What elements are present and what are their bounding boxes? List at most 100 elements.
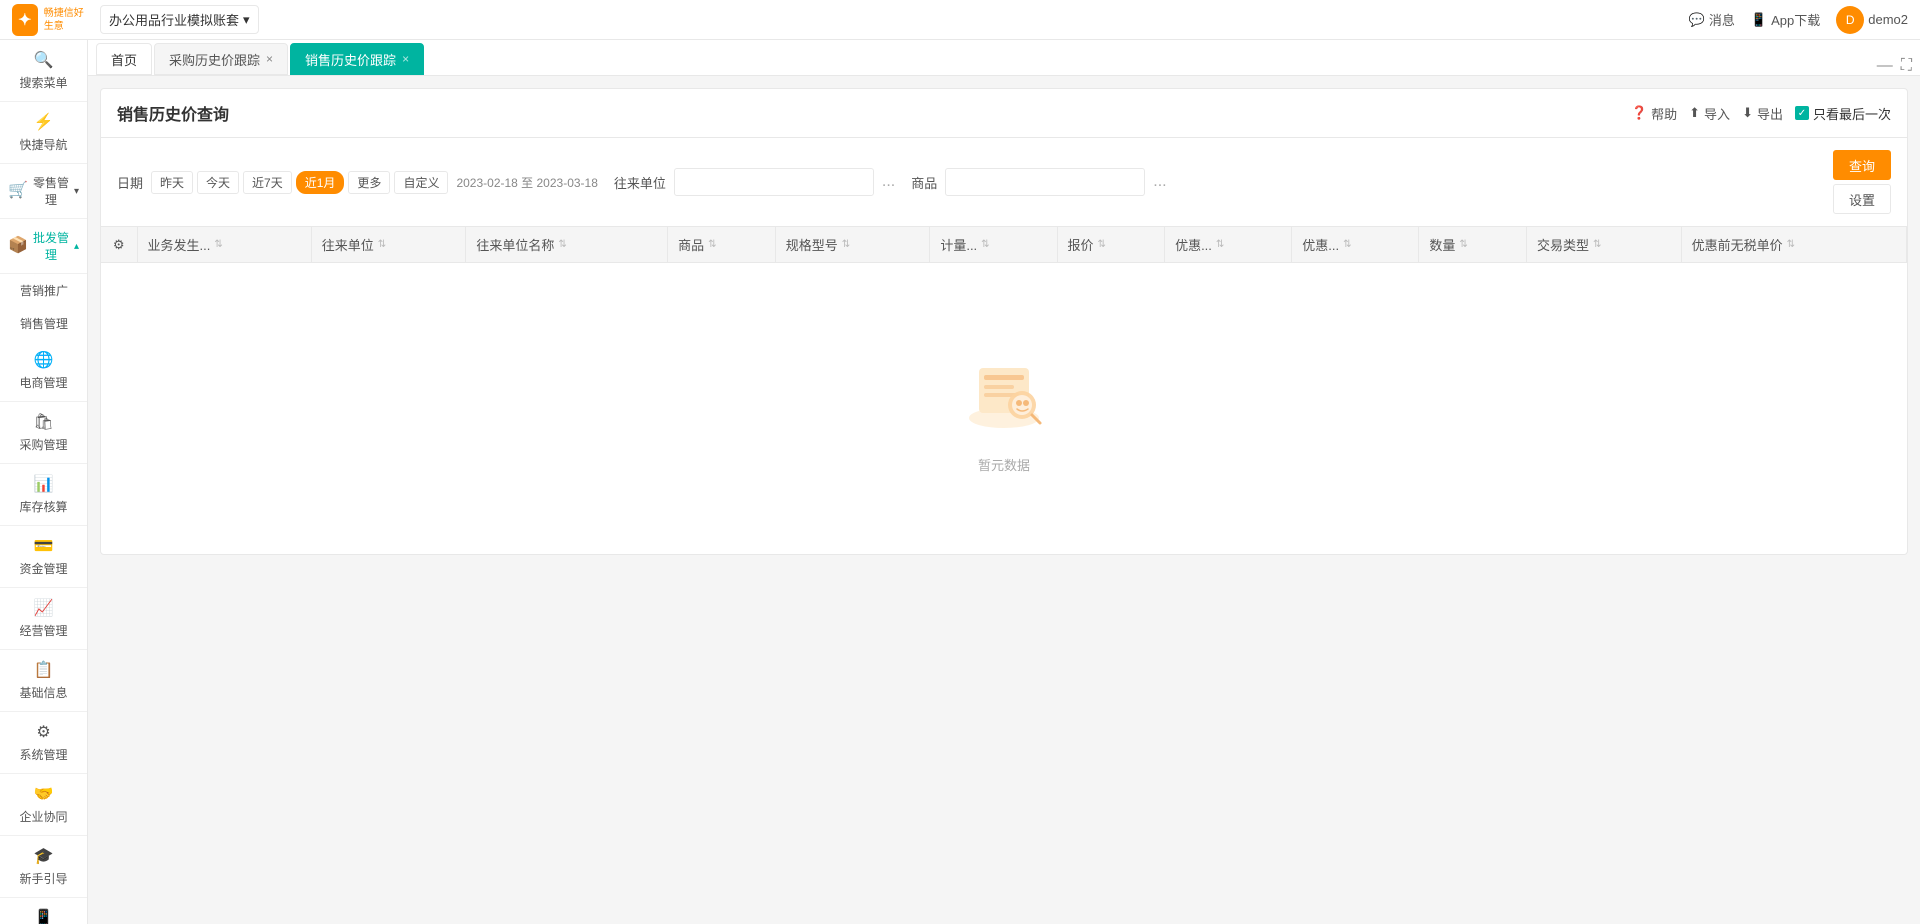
sidebar-item-wholesale-mgmt[interactable]: 📦 批发管理 ▴: [0, 219, 87, 274]
tab-purchase-history[interactable]: 采购历史价跟踪 ×: [154, 43, 288, 75]
th-partner-code[interactable]: 往来单位 ⇅: [311, 227, 466, 263]
import-button[interactable]: ⬆ 导入: [1689, 104, 1730, 123]
th-goods-label: 商品: [678, 235, 704, 254]
sidebar-item-finance[interactable]: 💳 资金管理: [0, 526, 87, 588]
goods-dots-btn[interactable]: ...: [1153, 173, 1166, 191]
date-buttons: 昨天 今天 近7天 近1月 更多 自定义: [151, 171, 448, 194]
th-partner-name[interactable]: 往来单位名称 ⇅: [466, 227, 668, 263]
sidebar-item-enterprise[interactable]: 🤝 企业协同: [0, 774, 87, 836]
sort-icon: ⇅: [214, 239, 222, 250]
chevron-up-icon: ▴: [74, 241, 79, 252]
chevron-down-icon: ▾: [243, 12, 250, 28]
message-icon: 💬: [1689, 12, 1705, 28]
th-unit[interactable]: 计量... ⇅: [930, 227, 1057, 263]
goods-input[interactable]: [945, 168, 1145, 196]
window-minimize-icon[interactable]: —: [1877, 57, 1893, 75]
th-spec[interactable]: 规格型号 ⇅: [775, 227, 930, 263]
newcomer-icon: 🎓: [34, 846, 54, 866]
help-label: 帮助: [1651, 104, 1677, 123]
th-quoted-price-label: 报价: [1068, 235, 1094, 254]
sidebar-item-label: 基础信息: [19, 684, 67, 701]
settings-button[interactable]: 设置: [1833, 184, 1891, 214]
sidebar-item-operations[interactable]: 📈 经营管理: [0, 588, 87, 650]
date-btn-custom[interactable]: 自定义: [394, 171, 448, 194]
th-gear[interactable]: ⚙: [101, 227, 137, 263]
window-maximize-icon[interactable]: ⛶: [1901, 57, 1912, 75]
basic-info-icon: 📋: [34, 660, 54, 680]
th-quantity[interactable]: 数量 ⇅: [1419, 227, 1527, 263]
sidebar-item-ecom-mgmt[interactable]: 🌐 电商管理: [0, 340, 87, 402]
sidebar-item-label: 电商管理: [19, 374, 67, 391]
sidebar-item-label: 批发管理: [32, 229, 70, 263]
th-trade-type[interactable]: 交易类型 ⇅: [1526, 227, 1681, 263]
tab-home[interactable]: 首页: [96, 43, 152, 75]
quick-nav-icon: ⚡: [34, 112, 54, 132]
sidebar-item-quick-nav[interactable]: ⚡ 快捷导航: [0, 102, 87, 164]
query-button[interactable]: 查询: [1833, 150, 1891, 180]
date-btn-yesterday[interactable]: 昨天: [151, 171, 193, 194]
user-name: demo2: [1868, 12, 1908, 27]
top-bar-left: ✦ 畅捷信好生意 办公用品行业模拟账套 ▾: [12, 4, 259, 36]
sort-icon: ⇅: [708, 239, 716, 250]
sidebar-item-inventory[interactable]: 📊 库存核算: [0, 464, 87, 526]
th-discount1[interactable]: 优惠... ⇅: [1165, 227, 1292, 263]
app-download-action[interactable]: 📱 App下载: [1751, 10, 1820, 29]
sort-icon: ⇅: [1343, 239, 1351, 250]
sidebar-item-retail-mgmt[interactable]: 🛒 零售管理 ▾: [0, 164, 87, 219]
sort-icon: ⇅: [1593, 239, 1601, 250]
sidebar-item-sales-mgmt[interactable]: 销售管理: [0, 307, 87, 340]
message-action[interactable]: 💬 消息: [1689, 10, 1735, 29]
tab-close-active-icon[interactable]: ×: [402, 52, 409, 66]
logo-text: 畅捷信好生意: [44, 7, 92, 33]
partner-filter-group: 往来单位 ...: [614, 168, 895, 196]
only-last-label: 只看最后一次: [1813, 104, 1891, 123]
th-partner-code-label: 往来单位: [322, 235, 374, 254]
th-quoted-price[interactable]: 报价 ⇅: [1057, 227, 1165, 263]
export-button[interactable]: ⬇ 导出: [1742, 104, 1783, 123]
sidebar: 🔍 搜索菜单 ⚡ 快捷导航 🛒 零售管理 ▾ 📦 批发管理 ▴ 营销推广 销售管…: [0, 40, 88, 924]
partner-input[interactable]: [674, 168, 874, 196]
app-download-label: App下载: [1771, 10, 1820, 29]
sidebar-item-system-mgmt[interactable]: ⚙ 系统管理: [0, 712, 87, 774]
sidebar-item-search-menu[interactable]: 🔍 搜索菜单: [0, 40, 87, 102]
only-last-checkbox[interactable]: ✓ 只看最后一次: [1795, 104, 1891, 123]
sort-icon: ⇅: [1216, 239, 1224, 250]
user-action[interactable]: D demo2: [1836, 6, 1908, 34]
top-bar-right: 💬 消息 📱 App下载 D demo2: [1689, 6, 1908, 34]
partner-dots-btn[interactable]: ...: [882, 173, 895, 191]
goods-filter-group: 商品 ...: [911, 168, 1166, 196]
date-btn-7days[interactable]: 近7天: [243, 171, 292, 194]
help-button[interactable]: ❓ 帮助: [1631, 104, 1677, 123]
th-discount2[interactable]: 优惠... ⇅: [1292, 227, 1419, 263]
sidebar-item-label: 资金管理: [19, 560, 67, 577]
sidebar-item-purchase-mgmt[interactable]: 🛍 采购管理: [0, 402, 87, 464]
page-header: 销售历史价查询 ❓ 帮助 ⬆ 导入 ⬇ 导出: [101, 89, 1907, 138]
date-btn-more[interactable]: 更多: [348, 171, 390, 194]
content-area: 首页 采购历史价跟踪 × 销售历史价跟踪 × — ⛶ 销售历史价查询: [88, 40, 1920, 924]
th-pretax-price[interactable]: 优惠前无税单价 ⇅: [1681, 227, 1906, 263]
purchase-icon: 🛍: [33, 412, 53, 432]
download-icon: 📱: [1751, 12, 1767, 28]
th-biz-date[interactable]: 业务发生... ⇅: [137, 227, 311, 263]
sidebar-item-basic-info[interactable]: 📋 基础信息: [0, 650, 87, 712]
sidebar-item-newcomer[interactable]: 🎓 新手引导: [0, 836, 87, 898]
sidebar-item-marketing[interactable]: 营销推广: [0, 274, 87, 307]
sidebar-item-label: 零售管理: [32, 174, 70, 208]
th-goods[interactable]: 商品 ⇅: [668, 227, 776, 263]
tab-close-icon[interactable]: ×: [266, 52, 273, 66]
finance-icon: 💳: [34, 536, 54, 556]
operations-icon: 📈: [34, 598, 54, 618]
page-card: 销售历史价查询 ❓ 帮助 ⬆ 导入 ⬇ 导出: [100, 88, 1908, 555]
empty-text: 暂元数据: [978, 455, 1030, 474]
partner-label: 往来单位: [614, 173, 666, 192]
date-filter-group: 日期 昨天 今天 近7天 近1月 更多 自定义 2023-02-18 至 202…: [117, 171, 598, 194]
workspace-selector[interactable]: 办公用品行业模拟账套 ▾: [100, 5, 259, 34]
table-container: ⚙ 业务发生... ⇅ 往来单: [101, 227, 1907, 554]
date-btn-today[interactable]: 今天: [197, 171, 239, 194]
date-btn-1month[interactable]: 近1月: [296, 171, 345, 194]
tab-sales-history[interactable]: 销售历史价跟踪 ×: [290, 43, 424, 75]
th-spec-label: 规格型号: [786, 235, 838, 254]
sidebar-item-app-center[interactable]: 📱 应用中心: [0, 898, 87, 924]
avatar-initial: D: [1846, 13, 1855, 27]
logo-icon: ✦: [12, 4, 38, 36]
